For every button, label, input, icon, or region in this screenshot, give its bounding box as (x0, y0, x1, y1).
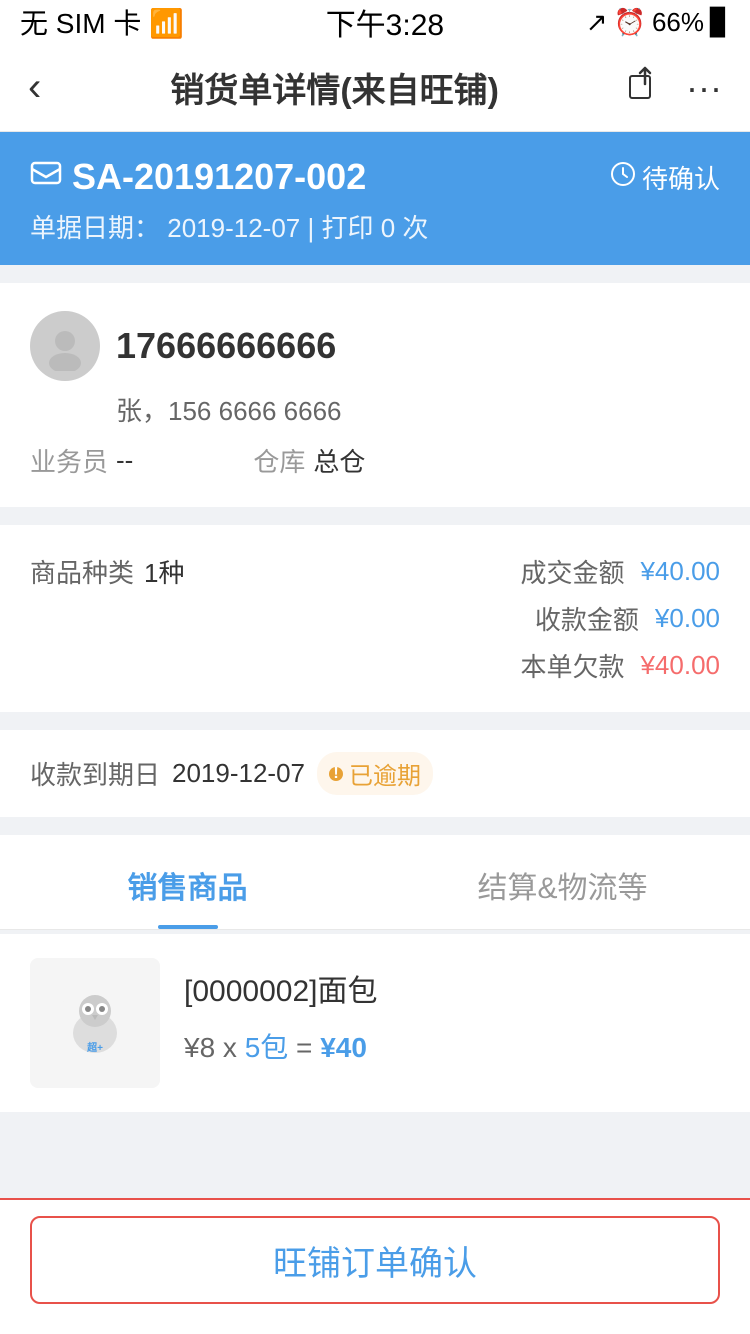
staff-field: 业务员 -- (30, 442, 133, 479)
order-icon (30, 156, 62, 198)
location-icon: ↗ (586, 7, 608, 38)
customer-card: 17666666666 张，156 6666 6666 业务员 -- 仓库 总仓 (0, 283, 750, 507)
overdue-badge: ! 已逾期 (317, 752, 433, 795)
overdue-icon: ! (329, 767, 343, 781)
nav-actions: ··· (628, 66, 722, 109)
warehouse-field: 仓库 总仓 (253, 442, 365, 479)
product-price: ¥8 x 5包 = ¥40 (184, 1026, 720, 1066)
page-title: 销货单详情(来自旺铺) (170, 63, 499, 112)
product-info: [0000002]面包 ¥8 x 5包 = ¥40 (184, 958, 720, 1066)
order-status: 待确认 (610, 159, 720, 196)
tab-sales-products[interactable]: 销售商品 (0, 835, 375, 929)
tabs-row: 销售商品 结算&物流等 (0, 835, 750, 930)
separator-2 (0, 509, 750, 525)
separator-4 (0, 819, 750, 835)
nav-bar: ‹ 销货单详情(来自旺铺) ··· (0, 44, 750, 132)
due-card: 收款到期日 2019-12-07 ! 已逾期 (0, 730, 750, 817)
order-id: SA-20191207-002 (30, 156, 366, 198)
amount-deal: 成交金额 ¥40.00 (520, 553, 720, 590)
due-date: 2019-12-07 (172, 758, 305, 789)
summary-card: 商品种类 1种 成交金额 ¥40.00 收款金额 ¥0.00 本单欠款 ¥40.… (0, 525, 750, 712)
battery-icon: 66% (652, 7, 704, 38)
amounts: 成交金额 ¥40.00 收款金额 ¥0.00 本单欠款 ¥40.00 (520, 553, 720, 684)
status-icons: ↗ ⏰ 66% ▊ (586, 7, 730, 38)
status-network: 无 SIM 卡 📶 (20, 2, 184, 42)
tab-settlement[interactable]: 结算&物流等 (375, 835, 750, 929)
svg-text:超+: 超+ (86, 1041, 103, 1054)
product-image: 超+ (30, 958, 160, 1088)
separator-1 (0, 267, 750, 283)
product-card: 超+ [0000002]面包 ¥8 x 5包 = ¥40 (0, 934, 750, 1112)
product-type: 商品种类 1种 (30, 553, 184, 590)
amount-received: 收款金额 ¥0.00 (535, 600, 720, 637)
order-meta: 单据日期： 2019-12-07 | 打印 0 次 (30, 208, 720, 245)
status-bar: 无 SIM 卡 📶 下午3:28 ↗ ⏰ 66% ▊ (0, 0, 750, 44)
header-card: SA-20191207-002 待确认 单据日期： 2019-12-07 | 打… (0, 132, 750, 265)
battery-bar: ▊ (710, 7, 730, 38)
status-time: 下午3:28 (326, 0, 444, 44)
customer-fields: 业务员 -- 仓库 总仓 (30, 442, 720, 479)
customer-name: 张，156 6666 6666 (116, 391, 720, 428)
clock-icon (610, 161, 636, 194)
separator-3 (0, 714, 750, 730)
tabs-container: 销售商品 结算&物流等 (0, 835, 750, 930)
confirm-order-button[interactable]: 旺铺订单确认 (30, 1216, 720, 1304)
product-name: [0000002]面包 (184, 966, 720, 1010)
back-button[interactable]: ‹ (28, 65, 41, 110)
more-button[interactable]: ··· (686, 67, 722, 109)
bottom-bar: 旺铺订单确认 (0, 1198, 750, 1334)
customer-phone: 17666666666 (116, 325, 336, 367)
due-label: 收款到期日 (30, 755, 160, 792)
customer-avatar (30, 311, 100, 381)
alarm-icon: ⏰ (614, 7, 646, 38)
amount-owed: 本单欠款 ¥40.00 (520, 647, 720, 684)
share-button[interactable] (628, 66, 662, 109)
